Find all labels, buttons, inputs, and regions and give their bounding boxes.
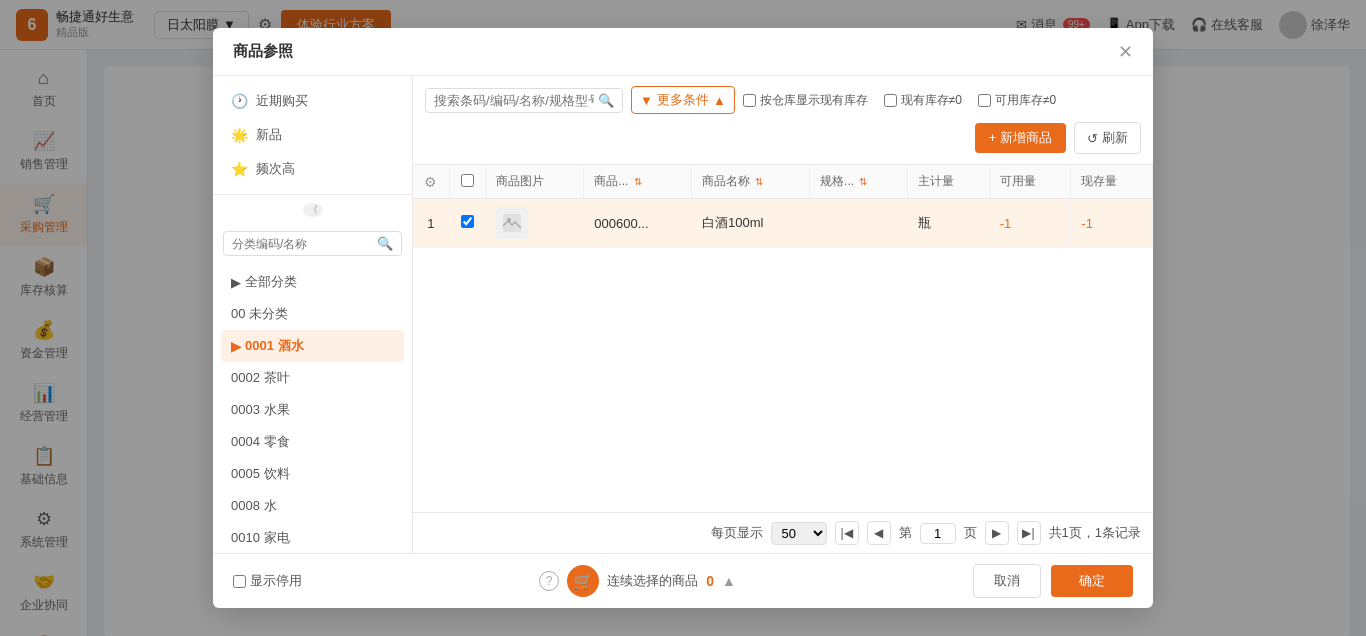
arrow-icon: ▶ bbox=[231, 339, 241, 354]
tab-new-product[interactable]: 🌟 新品 bbox=[221, 118, 404, 152]
arrow-icon: ▶ bbox=[231, 275, 241, 290]
cell-unit: 瓶 bbox=[908, 199, 990, 248]
search-icon[interactable]: 🔍 bbox=[377, 236, 393, 251]
column-settings-icon[interactable]: ⚙ bbox=[424, 174, 437, 190]
modal-left-panel: 🕐 近期购买 🌟 新品 ⭐ 频次高 《 🔍 bbox=[213, 76, 413, 553]
check-available[interactable]: 现有库存≠0 bbox=[884, 92, 962, 109]
cell-available: -1 bbox=[989, 199, 1071, 248]
filter-checkboxes: 按仓库显示现有库存 现有库存≠0 可用库存≠0 bbox=[743, 92, 1057, 109]
help-icon[interactable]: ? bbox=[539, 571, 559, 591]
cart-icon[interactable]: 🛒 bbox=[567, 565, 599, 597]
modal-body: 🕐 近期购买 🌟 新品 ⭐ 频次高 《 🔍 bbox=[213, 76, 1153, 553]
col-gear: ⚙ bbox=[413, 165, 449, 199]
col-checkbox bbox=[449, 165, 485, 199]
page-number-input[interactable] bbox=[920, 523, 956, 544]
modal-footer: 显示停用 ? 🛒 连续选择的商品 0 ▲ 取消 确定 bbox=[213, 553, 1153, 608]
product-reference-modal: 商品参照 ✕ 🕐 近期购买 🌟 新品 ⭐ 频次高 bbox=[213, 28, 1153, 608]
category-item-4[interactable]: 0004 零食 bbox=[221, 426, 404, 458]
star-icon: ⭐ bbox=[231, 161, 248, 177]
check-usable[interactable]: 可用库存≠0 bbox=[978, 92, 1056, 109]
product-table-wrap: ⚙ 商品图片 商品... ⇅ bbox=[413, 165, 1153, 512]
table-header-row: ⚙ 商品图片 商品... ⇅ bbox=[413, 165, 1153, 199]
check-warehouse[interactable]: 按仓库显示现有库存 bbox=[743, 92, 868, 109]
sort-icon: ⇅ bbox=[859, 176, 867, 187]
show-disabled-checkbox[interactable] bbox=[233, 575, 246, 588]
modal-toolbar: 🔍 ▼ 更多条件 ▲ 按仓库显示现有库存 现 bbox=[413, 76, 1153, 165]
sort-icon: ⇅ bbox=[634, 176, 642, 187]
col-available: 可用量 bbox=[989, 165, 1071, 199]
quick-tabs: 🕐 近期购买 🌟 新品 ⭐ 频次高 bbox=[213, 84, 412, 195]
checkbox-usable[interactable] bbox=[978, 94, 991, 107]
category-item-1[interactable]: ▶ 0001 酒水 bbox=[221, 330, 404, 362]
category-item-6[interactable]: 0008 水 bbox=[221, 490, 404, 522]
new-icon: 🌟 bbox=[231, 127, 248, 143]
category-item-3[interactable]: 0003 水果 bbox=[221, 394, 404, 426]
footer-left: 显示停用 bbox=[233, 572, 302, 590]
refresh-icon: ↺ bbox=[1087, 131, 1098, 146]
sort-icon: ⇅ bbox=[755, 176, 763, 187]
category-item-2[interactable]: 0002 茶叶 bbox=[221, 362, 404, 394]
tab-recent-purchase[interactable]: 🕐 近期购买 bbox=[221, 84, 404, 118]
col-unit[interactable]: 主计量 bbox=[908, 165, 990, 199]
product-search-input[interactable] bbox=[434, 93, 594, 108]
product-search-box[interactable]: 🔍 bbox=[425, 88, 623, 113]
cell-stock: -1 bbox=[1071, 199, 1153, 248]
image-placeholder-icon bbox=[502, 213, 522, 233]
cell-image bbox=[485, 199, 584, 248]
last-page-button[interactable]: ▶| bbox=[1017, 521, 1041, 545]
prev-page-button[interactable]: ◀ bbox=[867, 521, 891, 545]
add-product-button[interactable]: + 新增商品 bbox=[975, 123, 1066, 153]
search-icon[interactable]: 🔍 bbox=[598, 93, 614, 108]
collapse-button[interactable]: 《 bbox=[303, 203, 323, 217]
col-code[interactable]: 商品... ⇅ bbox=[584, 165, 692, 199]
tab-high-frequency[interactable]: ⭐ 频次高 bbox=[221, 152, 404, 186]
product-image bbox=[496, 207, 528, 239]
filter-icon: ▼ bbox=[640, 93, 653, 108]
category-item-all[interactable]: ▶ 全部分类 bbox=[221, 266, 404, 298]
refresh-button[interactable]: ↺ 刷新 bbox=[1074, 122, 1141, 154]
row-checkbox[interactable] bbox=[461, 215, 474, 228]
footer-right: 取消 确定 bbox=[973, 564, 1133, 598]
cell-name: 白酒100ml bbox=[692, 199, 810, 248]
col-name[interactable]: 商品名称 ⇅ bbox=[692, 165, 810, 199]
cell-checkbox[interactable] bbox=[449, 199, 485, 248]
cancel-button[interactable]: 取消 bbox=[973, 564, 1041, 598]
modal-close-button[interactable]: ✕ bbox=[1118, 43, 1133, 61]
col-stock: 现存量 bbox=[1071, 165, 1153, 199]
more-filter-button[interactable]: ▼ 更多条件 ▲ bbox=[631, 86, 735, 114]
confirm-button[interactable]: 确定 bbox=[1051, 565, 1133, 597]
select-all-checkbox[interactable] bbox=[461, 174, 474, 187]
category-item-0[interactable]: 00 未分类 bbox=[221, 298, 404, 330]
category-search-input[interactable] bbox=[232, 237, 373, 251]
category-item-5[interactable]: 0005 饮料 bbox=[221, 458, 404, 490]
per-page-select[interactable]: 50 20 100 bbox=[771, 522, 827, 545]
footer-center: ? 🛒 连续选择的商品 0 ▲ bbox=[539, 565, 736, 597]
next-page-button[interactable]: ▶ bbox=[985, 521, 1009, 545]
category-list: ▶ 全部分类 00 未分类 ▶ 0001 酒水 0002 茶叶 0003 水果 bbox=[213, 262, 412, 553]
page-info: 共1页，1条记录 bbox=[1049, 524, 1141, 542]
checkbox-available[interactable] bbox=[884, 94, 897, 107]
col-spec[interactable]: 规格... ⇅ bbox=[810, 165, 908, 199]
show-disabled-checkbox-label[interactable]: 显示停用 bbox=[233, 572, 302, 590]
modal-title: 商品参照 bbox=[233, 42, 293, 61]
modal-header: 商品参照 ✕ bbox=[213, 28, 1153, 76]
collapse-cart-icon[interactable]: ▲ bbox=[722, 573, 736, 589]
first-page-button[interactable]: |◀ bbox=[835, 521, 859, 545]
table-row[interactable]: 1 bbox=[413, 199, 1153, 248]
modal-overlay[interactable]: 商品参照 ✕ 🕐 近期购买 🌟 新品 ⭐ 频次高 bbox=[0, 0, 1366, 636]
pagination: 每页显示 50 20 100 |◀ ◀ 第 页 ▶ ▶| 共1页，1条记录 bbox=[413, 512, 1153, 553]
chevron-up-icon: ▲ bbox=[713, 93, 726, 108]
modal-right-panel: 🔍 ▼ 更多条件 ▲ 按仓库显示现有库存 现 bbox=[413, 76, 1153, 553]
col-image: 商品图片 bbox=[485, 165, 584, 199]
checkbox-warehouse[interactable] bbox=[743, 94, 756, 107]
clock-icon: 🕐 bbox=[231, 93, 248, 109]
cell-code: 000600... bbox=[584, 199, 692, 248]
cell-spec bbox=[810, 199, 908, 248]
category-item-7[interactable]: 0010 家电 bbox=[221, 522, 404, 553]
category-search-box[interactable]: 🔍 bbox=[223, 231, 402, 256]
product-table: ⚙ 商品图片 商品... ⇅ bbox=[413, 165, 1153, 248]
cell-no: 1 bbox=[413, 199, 449, 248]
